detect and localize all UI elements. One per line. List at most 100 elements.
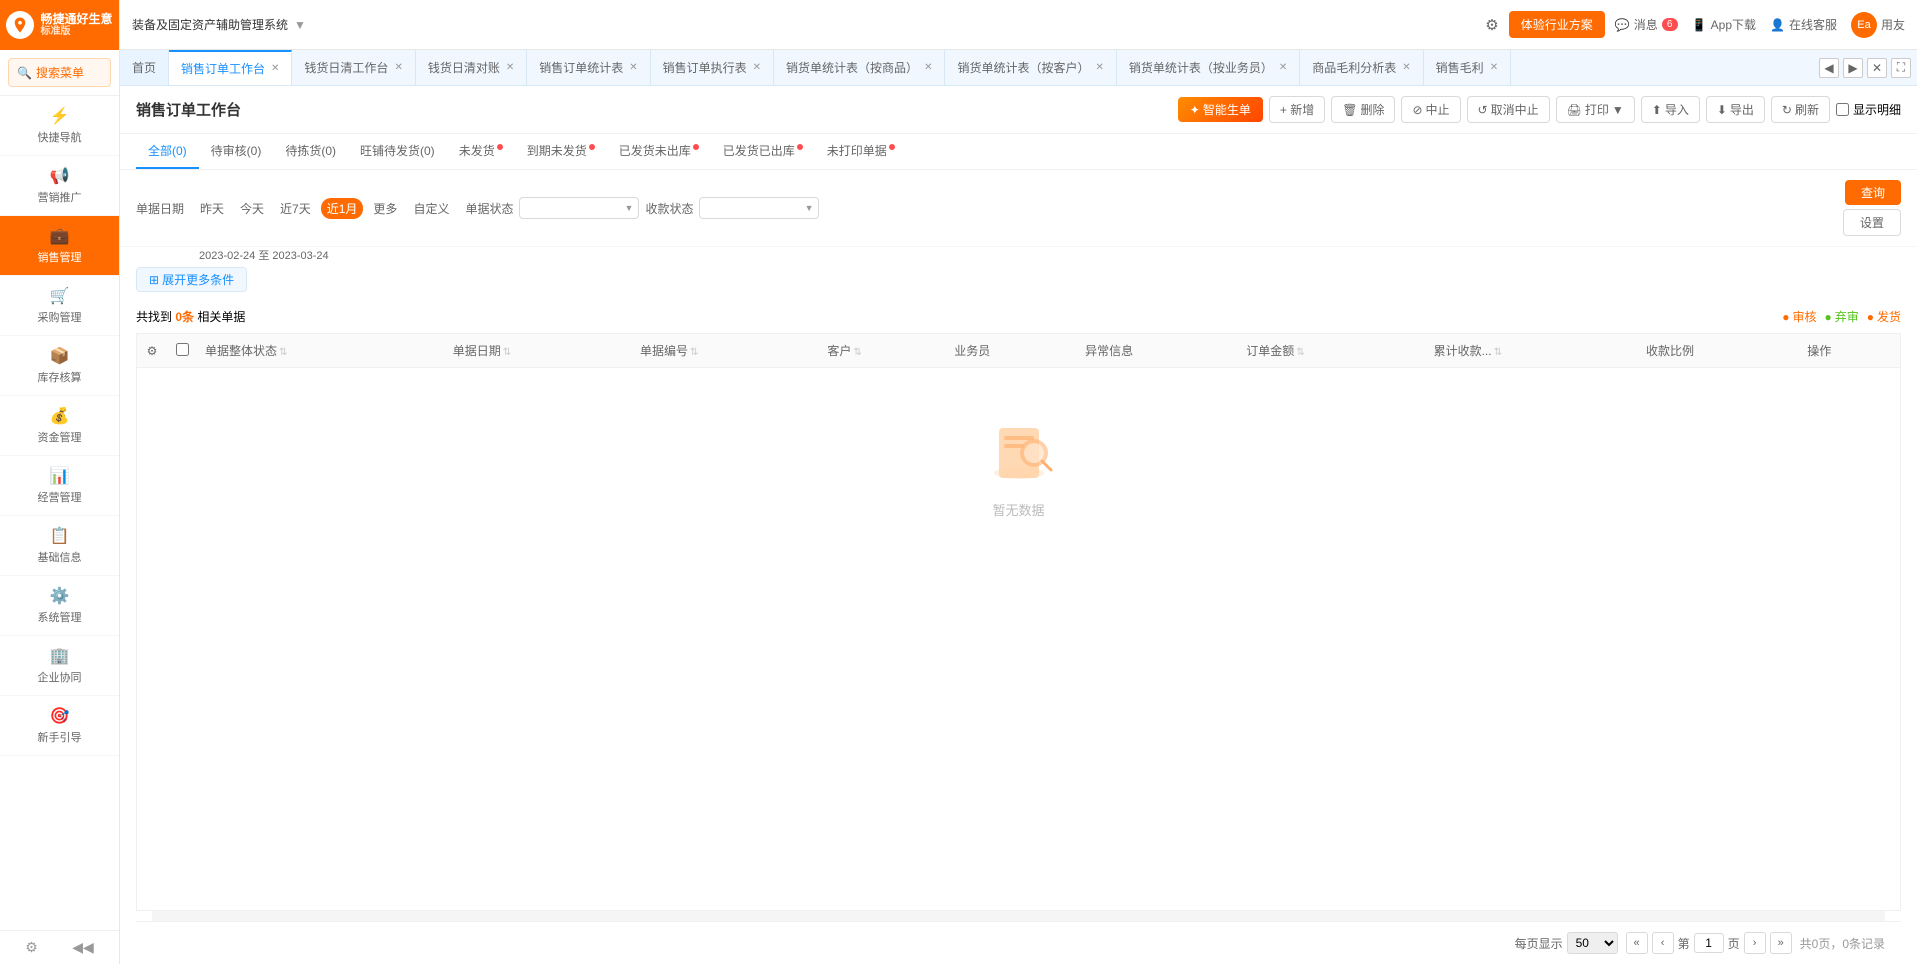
subtab-shop-pending-ship[interactable]: 旺铺待发货(0) [348, 134, 447, 169]
tab-scroll-right-icon[interactable]: ▶ [1843, 58, 1863, 78]
page-number-input[interactable] [1694, 933, 1724, 953]
tab-close-all-icon[interactable]: ✕ [1867, 58, 1887, 78]
page-size-select[interactable]: 20 50 100 [1567, 932, 1618, 954]
tab-home[interactable]: 首页 [120, 50, 169, 86]
tab-close-icon[interactable]: ✕ [506, 62, 514, 73]
horizontal-scrollbar[interactable] [152, 911, 1885, 921]
app-download-button[interactable]: 📱 App下载 [1692, 16, 1756, 33]
date-btn-yesterday[interactable]: 昨天 [194, 198, 230, 219]
date-btn-more[interactable]: 更多 [367, 198, 403, 219]
subtab-shipped-not-outbound[interactable]: 已发货未出库 [607, 134, 711, 169]
tab-scroll-left-icon[interactable]: ◀ [1819, 58, 1839, 78]
next-page-button[interactable]: › [1744, 932, 1766, 954]
print-button[interactable]: 🖨 打印 ▼ [1556, 96, 1635, 123]
tab-close-icon[interactable]: ✕ [753, 62, 761, 73]
experience-button[interactable]: 体验行业方案 [1509, 11, 1605, 38]
sidebar-item-operation[interactable]: 📊 经营管理 [0, 456, 119, 516]
refresh-button[interactable]: ↻ 刷新 [1771, 96, 1830, 123]
tab-close-icon[interactable]: ✕ [1490, 62, 1498, 73]
sidebar-item-purchase[interactable]: 🛒 采购管理 [0, 276, 119, 336]
subtab-pending-pick[interactable]: 待拣货(0) [273, 134, 348, 169]
date-btn-today[interactable]: 今天 [234, 198, 270, 219]
ai-generate-button[interactable]: ✦ 智能生单 [1178, 97, 1263, 122]
tab-close-icon[interactable]: ✕ [1279, 62, 1287, 73]
cancel-stop-button[interactable]: ↺ 取消中止 [1467, 96, 1550, 123]
subtab-unprinted[interactable]: 未打印单据 [815, 134, 907, 169]
col-settings[interactable]: ⚙ [137, 334, 167, 368]
subtab-unshipped[interactable]: 未发货 [447, 134, 515, 169]
stop-button[interactable]: ⊘ 中止 [1401, 96, 1460, 123]
tab-sales-margin[interactable]: 销售毛利 ✕ [1424, 50, 1511, 86]
delete-icon: 🗑 [1342, 103, 1357, 117]
title-dropdown-arrow[interactable]: ▼ [294, 18, 306, 32]
col-checkbox[interactable] [167, 334, 197, 368]
message-button[interactable]: 💬 消息 6 [1615, 16, 1678, 33]
subtab-all[interactable]: 全部(0) [136, 134, 199, 169]
user-menu[interactable]: Ea 用友 [1851, 12, 1905, 38]
sidebar-item-basic[interactable]: 📋 基础信息 [0, 516, 119, 576]
sidebar-item-inventory[interactable]: 📦 库存核算 [0, 336, 119, 396]
settings-gear-icon[interactable]: ⚙ [25, 939, 38, 956]
prev-page-button[interactable]: ‹ [1652, 932, 1674, 954]
query-button[interactable]: 查询 [1845, 180, 1901, 205]
subtab-pending-review[interactable]: 待审核(0) [199, 134, 274, 169]
export-button[interactable]: ⬇ 导出 [1706, 96, 1765, 123]
subtab-overdue-unshipped[interactable]: 到期未发货 [515, 134, 607, 169]
tab-close-icon[interactable]: ✕ [271, 63, 279, 74]
tab-sales-stats[interactable]: 销售订单统计表 ✕ [527, 50, 650, 86]
tab-fullscreen-icon[interactable]: ⛶ [1891, 58, 1911, 78]
show-detail-checkbox-label[interactable]: 显示明细 [1836, 101, 1901, 118]
basic-icon: 📋 [50, 526, 70, 546]
tab-ship-stats-salesperson[interactable]: 销货单统计表（按业务员） ✕ [1117, 50, 1300, 86]
tab-cash-daily[interactable]: 钱货日清工作台 ✕ [292, 50, 415, 86]
import-icon: ⬆ [1652, 103, 1662, 117]
sidebar-item-enterprise[interactable]: 🏢 企业协同 [0, 636, 119, 696]
service-button[interactable]: 👤 在线客服 [1770, 16, 1837, 33]
sidebar-item-guide[interactable]: 🎯 新手引导 [0, 696, 119, 756]
table-info: 共找到 0条 相关单据 ● 审核 ● 弃审 ● 发货 [136, 300, 1901, 333]
status-select[interactable] [519, 197, 639, 219]
import-button[interactable]: ⬆ 导入 [1641, 96, 1700, 123]
sidebar-item-marketing[interactable]: 📢 营销推广 [0, 156, 119, 216]
select-all-checkbox[interactable] [176, 343, 189, 356]
sidebar-item-system[interactable]: ⚙️ 系统管理 [0, 576, 119, 636]
tab-close-icon[interactable]: ✕ [629, 62, 637, 73]
tab-sales-exec[interactable]: 销售订单执行表 ✕ [651, 50, 774, 86]
tab-margin-analysis[interactable]: 商品毛利分析表 ✕ [1300, 50, 1423, 86]
system-icon: ⚙️ [50, 586, 70, 606]
show-detail-checkbox[interactable] [1836, 103, 1849, 116]
tab-ship-stats-goods[interactable]: 销货单统计表（按商品） ✕ [774, 50, 945, 86]
audit-action-button[interactable]: ● 审核 [1782, 308, 1816, 325]
sidebar-item-finance[interactable]: 💰 资金管理 [0, 396, 119, 456]
delete-button[interactable]: 🗑 删除 [1331, 96, 1395, 123]
col-exception: 异常信息 [1077, 334, 1238, 368]
date-btn-7days[interactable]: 近7天 [274, 198, 317, 219]
first-page-button[interactable]: « [1626, 932, 1648, 954]
cancel-audit-action-button[interactable]: ● 弃审 [1824, 308, 1858, 325]
topbar-settings-icon[interactable]: ⚙ [1485, 16, 1498, 34]
sidebar-item-sales[interactable]: 💼 销售管理 [0, 216, 119, 276]
set-button[interactable]: 设置 [1843, 209, 1901, 236]
date-btn-1month[interactable]: 近1月 [321, 198, 364, 219]
tab-close-icon[interactable]: ✕ [924, 62, 932, 73]
col-cumulative: 累计收款...⇅ [1426, 334, 1638, 368]
subtab-shipped-outbound[interactable]: 已发货已出库 [711, 134, 815, 169]
date-btn-custom[interactable]: 自定义 [407, 198, 455, 219]
empty-image [979, 408, 1059, 488]
expand-conditions-button[interactable]: ⊞ 展开更多条件 [136, 267, 247, 292]
tab-close-icon[interactable]: ✕ [1402, 62, 1410, 73]
sidebar-item-quick-nav[interactable]: ⚡ 快捷导航 [0, 96, 119, 156]
tab-close-icon[interactable]: ✕ [394, 62, 402, 73]
col-salesperson: 业务员 [946, 334, 1077, 368]
new-button[interactable]: + 新增 [1269, 96, 1325, 123]
payment-select[interactable] [699, 197, 819, 219]
search-menu-button[interactable]: 🔍 搜索菜单 [8, 58, 111, 87]
tab-close-icon[interactable]: ✕ [1095, 62, 1103, 73]
tab-sales-workbench[interactable]: 销售订单工作台 ✕ [169, 50, 292, 86]
filter-bar: 单据日期 昨天 今天 近7天 近1月 更多 自定义 单据状态 收款状态 [120, 170, 1917, 247]
ship-action-button[interactable]: ● 发货 [1867, 308, 1901, 325]
tab-cash-reconcile[interactable]: 钱货日清对账 ✕ [416, 50, 527, 86]
tab-ship-stats-customer[interactable]: 销货单统计表（按客户） ✕ [945, 50, 1116, 86]
collapse-icon[interactable]: ◀◀ [72, 939, 94, 956]
last-page-button[interactable]: » [1770, 932, 1792, 954]
